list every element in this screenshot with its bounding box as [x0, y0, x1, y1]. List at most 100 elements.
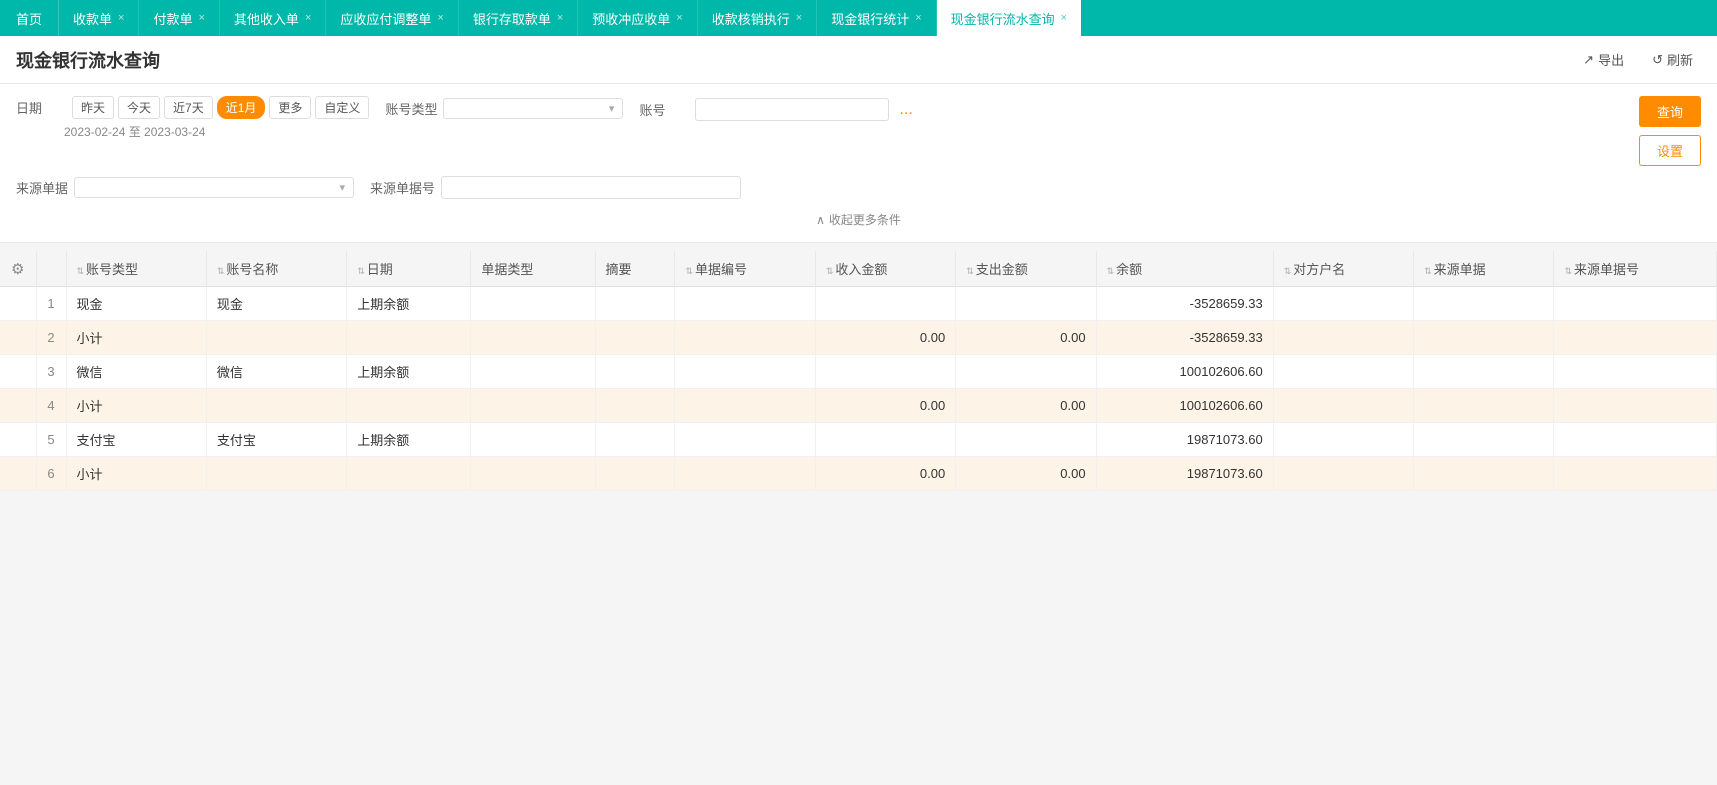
close-tab-icon[interactable]: ×	[915, 12, 921, 24]
tab-write-off[interactable]: 收款核销执行×	[698, 0, 817, 36]
cell-settings	[0, 423, 36, 457]
cell-idx: 4	[36, 389, 66, 423]
cell-account_name: 支付宝	[206, 423, 346, 457]
sort-icon: ⇅	[685, 266, 693, 276]
date-range: 2023-02-24 至 2023-03-24	[64, 125, 205, 139]
tab-prepay[interactable]: 预收冲应收单×	[578, 0, 697, 36]
collapse-up-icon: ∧	[816, 213, 825, 227]
col-counterpart[interactable]: ⇅对方户名	[1273, 251, 1413, 287]
cell-account_name	[206, 389, 346, 423]
source-doc-no-input[interactable]	[441, 176, 741, 199]
cell-doc_no	[675, 457, 815, 491]
cell-doc_type	[471, 355, 595, 389]
close-tab-icon[interactable]: ×	[198, 12, 204, 24]
cell-summary	[595, 355, 675, 389]
col-doc_no[interactable]: ⇅单据编号	[675, 251, 815, 287]
close-tab-icon[interactable]: ×	[437, 12, 443, 24]
cell-account_type: 小计	[66, 389, 206, 423]
cell-account_name	[206, 321, 346, 355]
close-tab-icon[interactable]: ×	[796, 12, 802, 24]
cell-doc_type	[471, 423, 595, 457]
filter-area: 日期 昨天今天近7天近1月更多自定义 2023-02-24 至 2023-03-…	[0, 84, 1717, 243]
cell-settings	[0, 321, 36, 355]
sort-icon: ⇅	[1107, 266, 1115, 276]
cell-doc_type	[471, 457, 595, 491]
col-expense[interactable]: ⇅支出金额	[956, 251, 1096, 287]
header-actions: ↗ 导出 ↺ 刷新	[1575, 46, 1701, 73]
date-options: 昨天今天近7天近1月更多自定义	[72, 96, 369, 119]
settings-button[interactable]: 设置	[1639, 135, 1701, 166]
close-tab-icon[interactable]: ×	[676, 12, 682, 24]
sort-icon: ⇅	[966, 266, 974, 276]
query-button[interactable]: 查询	[1639, 96, 1701, 127]
cell-settings	[0, 355, 36, 389]
sort-icon: ⇅	[1284, 266, 1292, 276]
col-doc_type: 单据类型	[471, 251, 595, 287]
close-tab-icon[interactable]: ×	[118, 12, 124, 24]
date-label: 日期	[16, 98, 66, 117]
account-input[interactable]	[695, 98, 889, 121]
cell-expense	[956, 423, 1096, 457]
date-option-今天[interactable]: 今天	[118, 96, 160, 119]
tab-cash-flow[interactable]: 现金银行流水查询×	[937, 0, 1081, 36]
cell-source_doc_no	[1554, 321, 1717, 355]
col-account_type[interactable]: ⇅账号类型	[66, 251, 206, 287]
cell-date	[347, 457, 471, 491]
col-settings: ⚙	[0, 251, 36, 287]
col-balance[interactable]: ⇅余额	[1096, 251, 1273, 287]
source-doc-no-label: 来源单据号	[370, 178, 435, 197]
collapse-bar[interactable]: ∧ 收起更多条件	[16, 205, 1701, 230]
table-row: 1现金现金上期余额-3528659.33	[0, 287, 1717, 321]
cell-doc_type	[471, 287, 595, 321]
cell-source_doc_no	[1554, 389, 1717, 423]
cell-income: 0.00	[815, 389, 955, 423]
tab-other-income[interactable]: 其他收入单×	[220, 0, 326, 36]
refresh-button[interactable]: ↺ 刷新	[1644, 46, 1701, 73]
tab-ar-adjust[interactable]: 应收应付调整单×	[326, 0, 458, 36]
export-button[interactable]: ↗ 导出	[1575, 46, 1632, 73]
cell-doc_no	[675, 321, 815, 355]
close-tab-icon[interactable]: ×	[1061, 12, 1067, 24]
cell-balance: 100102606.60	[1096, 355, 1273, 389]
source-doc-select[interactable]: ▾	[74, 177, 354, 198]
col-source_doc[interactable]: ⇅来源单据	[1414, 251, 1554, 287]
cell-counterpart	[1273, 457, 1413, 491]
account-dots-button[interactable]: ...	[895, 101, 916, 119]
cell-settings	[0, 389, 36, 423]
date-option-更多[interactable]: 更多	[269, 96, 311, 119]
page-header: 现金银行流水查询 ↗ 导出 ↺ 刷新	[0, 36, 1717, 84]
cell-counterpart	[1273, 355, 1413, 389]
col-date[interactable]: ⇅日期	[347, 251, 471, 287]
date-option-昨天[interactable]: 昨天	[72, 96, 114, 119]
cell-source_doc_no	[1554, 457, 1717, 491]
cell-source_doc	[1414, 389, 1554, 423]
cell-doc_no	[675, 287, 815, 321]
col-idx	[36, 251, 66, 287]
cell-summary	[595, 423, 675, 457]
cell-expense	[956, 355, 1096, 389]
cell-summary	[595, 287, 675, 321]
date-option-自定义[interactable]: 自定义	[315, 96, 369, 119]
export-label: 导出	[1598, 50, 1624, 69]
date-option-近1月[interactable]: 近1月	[217, 96, 266, 119]
close-tab-icon[interactable]: ×	[557, 12, 563, 24]
account-type-label: 账号类型	[385, 99, 437, 118]
cell-income	[815, 287, 955, 321]
account-type-arrow-icon: ▾	[609, 102, 615, 115]
date-option-近7天[interactable]: 近7天	[164, 96, 213, 119]
col-account_name[interactable]: ⇅账号名称	[206, 251, 346, 287]
col-source_doc_no[interactable]: ⇅来源单据号	[1554, 251, 1717, 287]
cell-doc_no	[675, 389, 815, 423]
account-type-select[interactable]: ▾	[443, 98, 623, 119]
tab-bank-deposit[interactable]: 银行存取款单×	[459, 0, 578, 36]
table-settings-icon[interactable]: ⚙	[11, 261, 24, 278]
cell-summary	[595, 457, 675, 491]
tab-cash-stat[interactable]: 现金银行统计×	[817, 0, 936, 36]
tab-payment[interactable]: 付款单×	[139, 0, 219, 36]
col-income[interactable]: ⇅收入金额	[815, 251, 955, 287]
close-tab-icon[interactable]: ×	[305, 12, 311, 24]
nav-home[interactable]: 首页	[0, 0, 59, 36]
tab-receipt[interactable]: 收款单×	[59, 0, 139, 36]
export-icon: ↗	[1583, 52, 1594, 68]
cell-idx: 2	[36, 321, 66, 355]
